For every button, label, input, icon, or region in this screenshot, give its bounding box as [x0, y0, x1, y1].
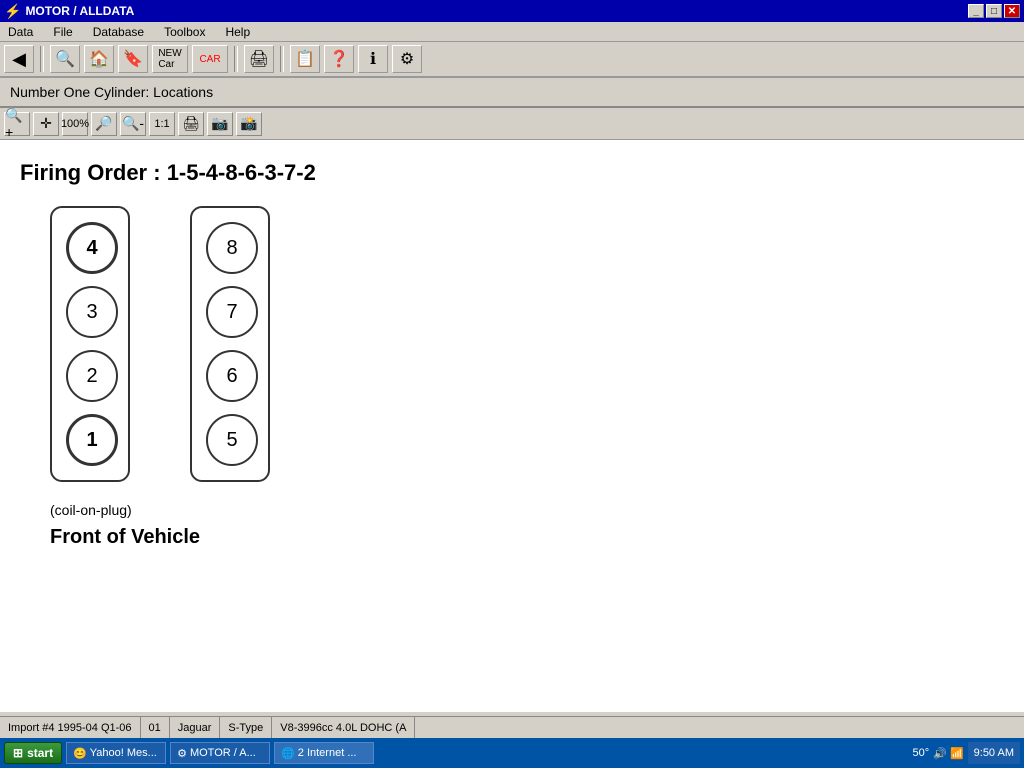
cylinder-diagram: 4 3 2 1 8 7 6 5 — [50, 206, 1004, 482]
cylinder-5: 5 — [206, 414, 258, 466]
close-button[interactable]: ✕ — [1004, 4, 1020, 18]
firing-order-label: Firing Order : — [20, 160, 167, 185]
screenshot-button[interactable]: 📸 — [236, 112, 262, 136]
toolbar-separator-3 — [280, 46, 284, 72]
start-button[interactable]: ⊞ start — [4, 742, 62, 764]
pan-button[interactable]: ✛ — [33, 112, 59, 136]
status-model: S-Type — [220, 717, 272, 738]
clock: 9:50 AM — [968, 742, 1020, 764]
status-engine: V8-3996cc 4.0L DOHC (A — [272, 717, 415, 738]
toolbar-separator — [40, 46, 44, 72]
cylinder-6: 6 — [206, 350, 258, 402]
home-button[interactable]: 🏠 — [84, 45, 114, 73]
start-label: start — [27, 746, 53, 760]
taskbar-item-internet[interactable]: 🌐 2 Internet ... — [274, 742, 374, 764]
cylinder-7: 7 — [206, 286, 258, 338]
menu-help[interactable]: Help — [221, 25, 254, 39]
internet-label: 2 Internet ... — [298, 747, 357, 759]
back-button[interactable]: ◀ — [4, 45, 34, 73]
info-button[interactable]: ℹ — [358, 45, 388, 73]
menu-file[interactable]: File — [49, 25, 76, 39]
fit-button[interactable]: 100% — [62, 112, 88, 136]
print-zoom-button[interactable]: 🖨 — [178, 112, 204, 136]
actual-size-button[interactable]: 1:1 — [149, 112, 175, 136]
zoom-toolbar: 🔍+ ✛ 100% 🔎 🔍- 1:1 🖨 📷 📸 — [0, 108, 1024, 140]
taskbar-item-motor[interactable]: ⚙ MOTOR / A... — [170, 742, 270, 764]
zoom-in-button[interactable]: 🔍+ — [4, 112, 30, 136]
breadcrumb-bar: Number One Cylinder: Locations — [0, 78, 1024, 108]
help-button[interactable]: ❓ — [324, 45, 354, 73]
motor-label: MOTOR / A... — [190, 747, 256, 759]
yahoo-icon: 😊 — [73, 747, 87, 760]
cylinder-3: 3 — [66, 286, 118, 338]
firing-order-value: 1-5-4-8-6-3-7-2 — [167, 160, 316, 185]
bookmark-button[interactable]: 🔖 — [118, 45, 148, 73]
main-toolbar: ◀ 🔍 🏠 🔖 NEWCar CAR 🖨 📋 ❓ ℹ ⚙ — [0, 42, 1024, 78]
system-icons: 🔊 📶 — [933, 747, 963, 760]
yahoo-label: Yahoo! Mes... — [90, 747, 157, 759]
window-controls: _ □ ✕ — [968, 4, 1020, 18]
menu-database[interactable]: Database — [89, 25, 148, 39]
taskbar: ⊞ start 😊 Yahoo! Mes... ⚙ MOTOR / A... 🌐… — [0, 738, 1024, 768]
taskbar-right: 50° 🔊 📶 9:50 AM — [913, 742, 1020, 764]
left-cylinder-bank: 4 3 2 1 — [50, 206, 130, 482]
search-button[interactable]: 🔍 — [50, 45, 80, 73]
toolbar-separator-2 — [234, 46, 238, 72]
front-label: Front of Vehicle — [50, 526, 1004, 549]
temp-display: 50° — [913, 747, 930, 759]
internet-icon: 🌐 — [281, 747, 295, 760]
status-make: Jaguar — [170, 717, 221, 738]
menu-bar: Data File Database Toolbox Help — [0, 22, 1024, 42]
windows-icon: ⊞ — [13, 746, 23, 760]
zoom-area-button[interactable]: 🔎 — [91, 112, 117, 136]
cylinder-1: 1 — [66, 414, 118, 466]
status-bar: Import #4 1995-04 Q1-06 01 Jaguar S-Type… — [0, 716, 1024, 738]
minimize-button[interactable]: _ — [968, 4, 984, 18]
right-cylinder-bank: 8 7 6 5 — [190, 206, 270, 482]
title-text: MOTOR / ALLDATA — [25, 4, 134, 18]
menu-data[interactable]: Data — [4, 25, 37, 39]
status-import: Import #4 1995-04 Q1-06 — [0, 717, 141, 738]
firing-order-title: Firing Order : 1-5-4-8-6-3-7-2 — [20, 160, 1004, 186]
settings-button[interactable]: ⚙ — [392, 45, 422, 73]
title-bar: ⚡ MOTOR / ALLDATA _ □ ✕ — [0, 0, 1024, 22]
maximize-button[interactable]: □ — [986, 4, 1002, 18]
cylinder-2: 2 — [66, 350, 118, 402]
status-num: 01 — [141, 717, 170, 738]
coil-note: (coil-on-plug) — [50, 502, 1004, 518]
new-car-button[interactable]: NEWCar — [152, 45, 188, 73]
zoom-out-button[interactable]: 🔍- — [120, 112, 146, 136]
main-content: Firing Order : 1-5-4-8-6-3-7-2 4 3 2 1 8… — [0, 140, 1024, 712]
app-icon: ⚡ — [4, 3, 21, 20]
cylinder-4: 4 — [66, 222, 118, 274]
menu-toolbox[interactable]: Toolbox — [160, 25, 209, 39]
print-button[interactable]: 🖨 — [244, 45, 274, 73]
breadcrumb-text: Number One Cylinder: Locations — [10, 84, 213, 100]
taskbar-item-yahoo[interactable]: 😊 Yahoo! Mes... — [66, 742, 166, 764]
used-car-button[interactable]: CAR — [192, 45, 228, 73]
camera-button[interactable]: 📷 — [207, 112, 233, 136]
motor-icon: ⚙ — [177, 747, 187, 760]
notes-button[interactable]: 📋 — [290, 45, 320, 73]
cylinder-8: 8 — [206, 222, 258, 274]
